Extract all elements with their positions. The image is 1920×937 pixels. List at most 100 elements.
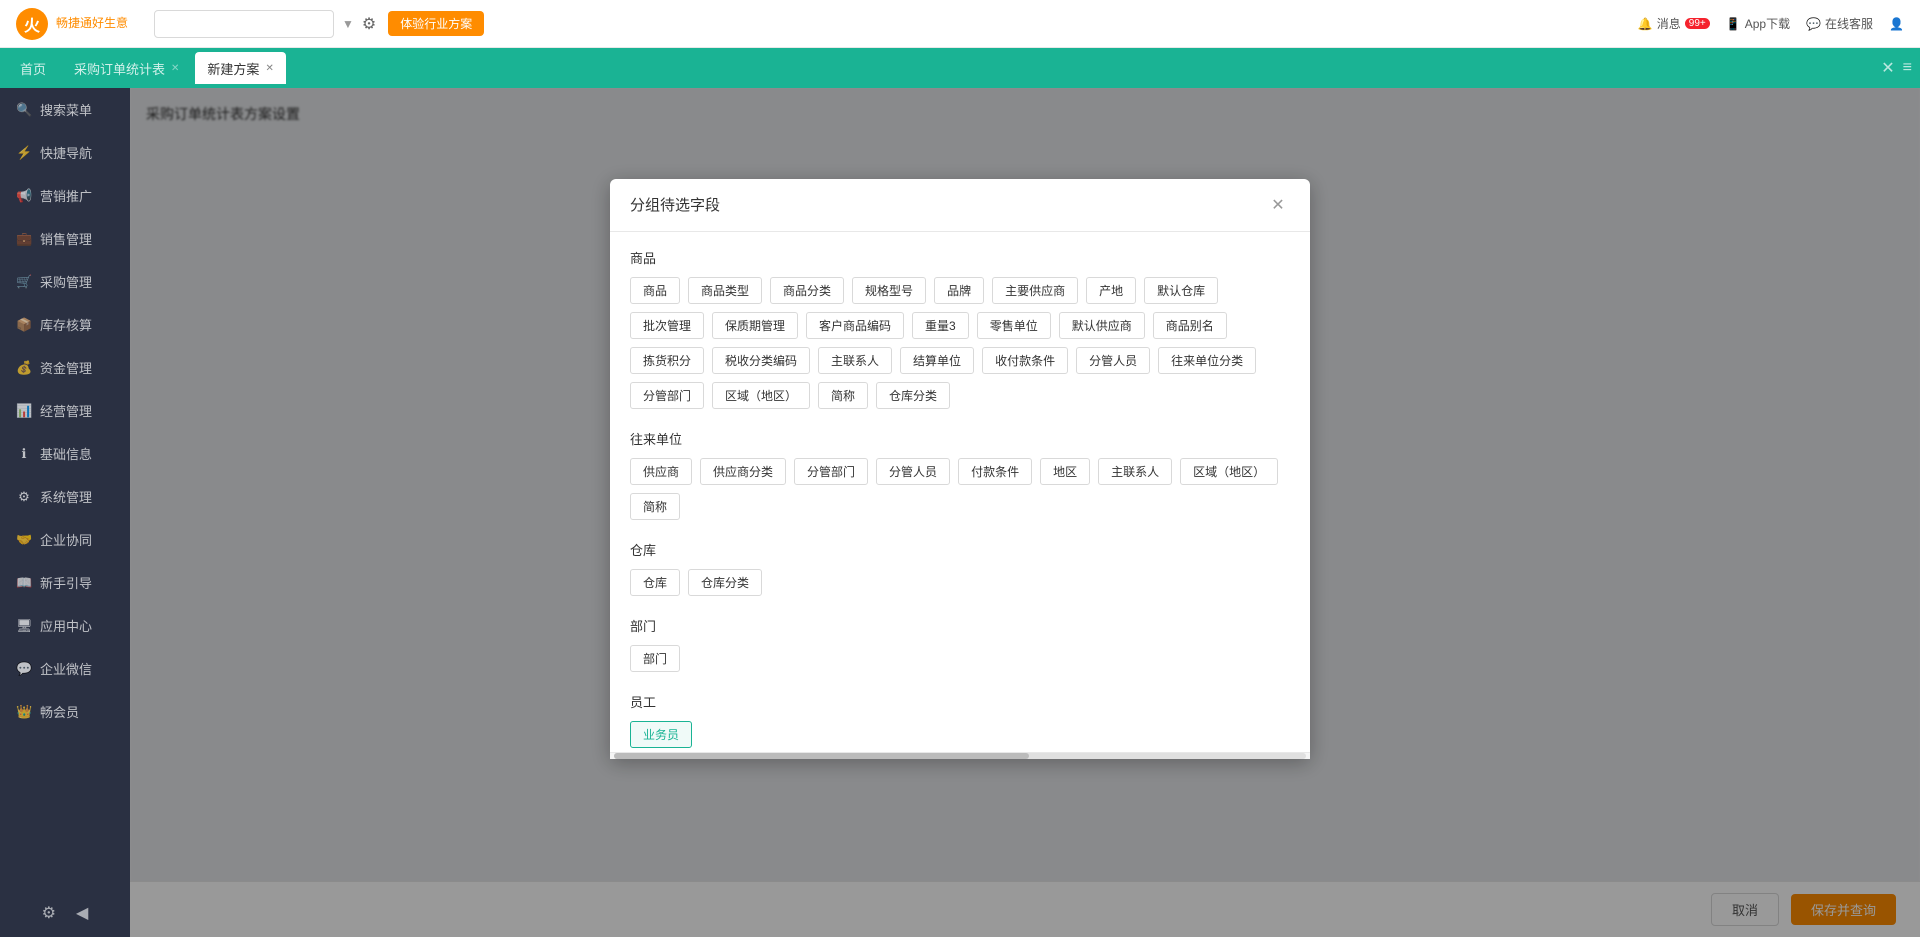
field-tag-0-2[interactable]: 商品分类 xyxy=(770,277,844,304)
field-tag-0-4[interactable]: 品牌 xyxy=(934,277,984,304)
modal-body[interactable]: 商品商品商品类型商品分类规格型号品牌主要供应商产地默认仓库批次管理保质期管理客户… xyxy=(610,232,1310,752)
sidebar-item-collab[interactable]: 🤝 企业协同 xyxy=(0,518,130,561)
basics-icon: ℹ xyxy=(16,446,32,462)
field-tag-0-13[interactable]: 默认供应商 xyxy=(1059,312,1145,339)
sidebar-item-marketing[interactable]: 📢 营销推广 xyxy=(0,174,130,217)
field-tag-0-12[interactable]: 零售单位 xyxy=(977,312,1051,339)
section-4: 员工业务员 xyxy=(630,692,1290,748)
quicknav-icon: ⚡ xyxy=(16,145,32,161)
field-tag-2-1[interactable]: 仓库分类 xyxy=(688,569,762,596)
field-tag-0-10[interactable]: 客户商品编码 xyxy=(806,312,904,339)
modal-header: 分组待选字段 ✕ xyxy=(610,179,1310,232)
field-tag-0-15[interactable]: 拣货积分 xyxy=(630,347,704,374)
field-tag-0-22[interactable]: 分管部门 xyxy=(630,382,704,409)
field-tag-0-5[interactable]: 主要供应商 xyxy=(992,277,1078,304)
field-tag-4-0[interactable]: 业务员 xyxy=(630,721,692,748)
field-tag-1-1[interactable]: 供应商分类 xyxy=(700,458,786,485)
tab-purchase-stats[interactable]: 采购订单统计表 ✕ xyxy=(62,52,191,84)
field-tag-1-6[interactable]: 主联系人 xyxy=(1098,458,1172,485)
scrollbar-thumb xyxy=(614,753,1029,759)
service-item[interactable]: 💬 在线客服 xyxy=(1806,15,1873,32)
section-title-2: 仓库 xyxy=(630,540,1290,559)
sidebar-item-guide[interactable]: 📖 新手引导 xyxy=(0,561,130,604)
field-tag-0-24[interactable]: 简称 xyxy=(818,382,868,409)
notification-icon: 🔔 xyxy=(1638,17,1653,31)
field-tag-0-11[interactable]: 重量3 xyxy=(912,312,969,339)
field-tag-0-21[interactable]: 往来单位分类 xyxy=(1158,347,1256,374)
dropdown-arrow[interactable]: ▼ xyxy=(342,17,354,31)
sidebar-purchase-label: 采购管理 xyxy=(40,272,92,291)
field-tag-2-0[interactable]: 仓库 xyxy=(630,569,680,596)
field-tag-3-0[interactable]: 部门 xyxy=(630,645,680,672)
field-tag-0-17[interactable]: 主联系人 xyxy=(818,347,892,374)
field-tag-0-25[interactable]: 仓库分类 xyxy=(876,382,950,409)
sidebar-item-operations[interactable]: 📊 经营管理 xyxy=(0,389,130,432)
service-label: 在线客服 xyxy=(1825,15,1873,32)
section-title-4: 员工 xyxy=(630,692,1290,711)
sidebar-marketing-label: 营销推广 xyxy=(40,186,92,205)
field-tag-0-14[interactable]: 商品别名 xyxy=(1153,312,1227,339)
field-tag-1-5[interactable]: 地区 xyxy=(1040,458,1090,485)
logo-area: 火 畅捷通好生意 xyxy=(16,8,146,40)
field-tag-0-8[interactable]: 批次管理 xyxy=(630,312,704,339)
field-tag-0-1[interactable]: 商品类型 xyxy=(688,277,762,304)
tab-new-plan[interactable]: 新建方案 ✕ xyxy=(195,52,285,84)
field-tags-3: 部门 xyxy=(630,645,1290,672)
tab-new-plan-label: 新建方案 xyxy=(207,59,259,78)
service-icon: 💬 xyxy=(1806,17,1821,31)
sidebar-item-purchase[interactable]: 🛒 采购管理 xyxy=(0,260,130,303)
field-tag-0-7[interactable]: 默认仓库 xyxy=(1144,277,1218,304)
tab-bar-close-all[interactable]: ✕ xyxy=(1881,58,1894,78)
tab-bar-menu[interactable]: ≡ xyxy=(1903,59,1912,77)
notification-item[interactable]: 🔔 消息 99+ xyxy=(1638,15,1710,32)
sidebar-item-wechat[interactable]: 💬 企业微信 xyxy=(0,647,130,690)
field-tag-1-3[interactable]: 分管人员 xyxy=(876,458,950,485)
sidebar-item-basics[interactable]: ℹ 基础信息 xyxy=(0,432,130,475)
sidebar-item-search[interactable]: 🔍 搜索菜单 xyxy=(0,88,130,131)
sidebar-item-inventory[interactable]: 📦 库存核算 xyxy=(0,303,130,346)
sidebar-member-label: 畅会员 xyxy=(40,702,79,721)
field-tag-0-23[interactable]: 区域（地区） xyxy=(712,382,810,409)
field-tag-0-3[interactable]: 规格型号 xyxy=(852,277,926,304)
section-0: 商品商品商品类型商品分类规格型号品牌主要供应商产地默认仓库批次管理保质期管理客户… xyxy=(630,248,1290,409)
sidebar-collapse-icon[interactable]: ◀ xyxy=(76,903,88,923)
field-tags-1: 供应商供应商分类分管部门分管人员付款条件地区主联系人区域（地区） 简称 xyxy=(630,458,1290,520)
field-tag-0-20[interactable]: 分管人员 xyxy=(1076,347,1150,374)
field-tag-1-2[interactable]: 分管部门 xyxy=(794,458,868,485)
wechat-icon: 💬 xyxy=(16,661,32,677)
sidebar-item-finance[interactable]: 💰 资金管理 xyxy=(0,346,130,389)
sidebar-settings-icon[interactable]: ⚙ xyxy=(42,903,56,923)
sidebar-item-member[interactable]: 👑 畅会员 xyxy=(0,690,130,733)
section-1: 往来单位供应商供应商分类分管部门分管人员付款条件地区主联系人区域（地区）简称 xyxy=(630,429,1290,520)
field-tags-2: 仓库仓库分类 xyxy=(630,569,1290,596)
field-tag-1-4[interactable]: 付款条件 xyxy=(958,458,1032,485)
field-tag-0-19[interactable]: 收付款条件 xyxy=(982,347,1068,374)
tab-purchase-close-icon[interactable]: ✕ xyxy=(171,63,179,74)
trial-button[interactable]: 体验行业方案 xyxy=(388,11,484,36)
finance-icon: 💰 xyxy=(16,360,32,376)
user-avatar[interactable]: 👤 xyxy=(1889,17,1904,31)
sidebar-item-system[interactable]: ⚙ 系统管理 xyxy=(0,475,130,518)
field-tag-0-18[interactable]: 结算单位 xyxy=(900,347,974,374)
sidebar-item-sales[interactable]: 💼 销售管理 xyxy=(0,217,130,260)
notification-label: 消息 xyxy=(1657,15,1681,32)
field-tag-1-7[interactable]: 区域（地区） xyxy=(1180,458,1278,485)
scrollbar-track xyxy=(614,753,1306,759)
field-tag-0-6[interactable]: 产地 xyxy=(1086,277,1136,304)
member-icon: 👑 xyxy=(16,704,32,720)
field-tag-0-0[interactable]: 商品 xyxy=(630,277,680,304)
field-tag-1-8[interactable]: 简称 xyxy=(630,493,680,520)
modal-close-button[interactable]: ✕ xyxy=(1266,193,1290,217)
guide-icon: 📖 xyxy=(16,575,32,591)
sidebar-operations-label: 经营管理 xyxy=(40,401,92,420)
sidebar-item-quicknav[interactable]: ⚡ 快捷导航 xyxy=(0,131,130,174)
tab-home[interactable]: 首页 xyxy=(8,52,58,84)
field-tag-1-0[interactable]: 供应商 xyxy=(630,458,692,485)
sidebar-item-apps[interactable]: 🖥 应用中心 xyxy=(0,604,130,647)
field-tag-0-9[interactable]: 保质期管理 xyxy=(712,312,798,339)
download-item[interactable]: 📱 App下载 xyxy=(1726,15,1790,32)
settings-icon[interactable]: ⚙ xyxy=(362,14,376,34)
tab-new-plan-close-icon[interactable]: ✕ xyxy=(265,63,273,74)
search-input[interactable] xyxy=(154,10,334,38)
field-tag-0-16[interactable]: 税收分类编码 xyxy=(712,347,810,374)
